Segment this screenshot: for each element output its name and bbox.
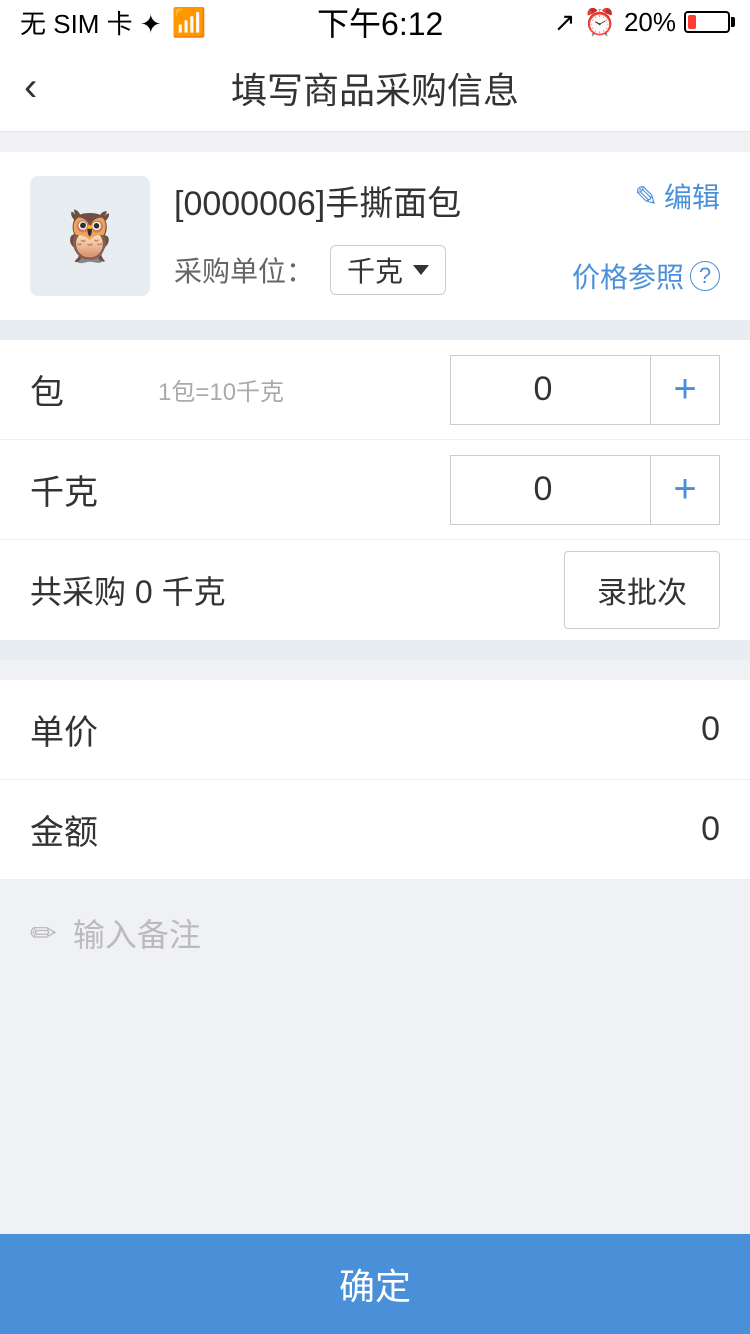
status-left: 无 SIM 卡 ✦ 📶 [20, 4, 207, 41]
kg-plus-button[interactable]: + [650, 455, 720, 525]
battery-icon [684, 11, 730, 33]
page-title: 填写商品采购信息 [231, 62, 519, 114]
bao-sublabel: 1包=10千克 [158, 372, 284, 407]
price-ref-label: 价格参照 [572, 256, 684, 296]
product-logo: 🦉 [59, 207, 121, 266]
bao-input[interactable] [450, 355, 650, 425]
section-divider-1 [0, 320, 750, 340]
section-divider-2 [0, 640, 750, 660]
nav-bar: ‹ 填写商品采购信息 [0, 44, 750, 132]
wifi-icon: 📶 [172, 6, 207, 39]
chevron-down-icon [413, 265, 429, 275]
confirm-button[interactable]: 确定 [0, 1234, 750, 1334]
notes-inner: ✏ 输入备注 [30, 910, 720, 956]
notes-placeholder: 输入备注 [73, 910, 201, 956]
price-section: 单价 0 金额 0 [0, 680, 750, 880]
amount-label: 金额 [30, 805, 98, 854]
status-bar: 无 SIM 卡 ✦ 📶 下午6:12 ↗ ⏰ 20% [0, 0, 750, 44]
unit-label: 采购单位： [174, 250, 314, 290]
edit-icon: ✎ [635, 180, 658, 213]
amount-row: 金额 0 [0, 780, 750, 880]
unit-price-row: 单价 0 [0, 680, 750, 780]
back-button[interactable]: ‹ [24, 65, 37, 110]
product-image: 🦉 [30, 176, 150, 296]
alarm-icon: ⏰ [584, 7, 616, 38]
kg-row: 千克 + [0, 440, 750, 540]
location-icon: ↗ [554, 7, 576, 38]
summary-row: 共采购 0 千克 录批次 [0, 540, 750, 640]
status-right: ↗ ⏰ 20% [554, 7, 730, 38]
edit-button[interactable]: ✎ 编辑 [635, 176, 720, 216]
sim-label: 无 SIM 卡 ✦ [20, 4, 162, 41]
battery-percent: 20% [624, 7, 676, 38]
unit-value: 千克 [347, 250, 403, 290]
bao-label: 包 [30, 365, 150, 414]
record-batch-button[interactable]: 录批次 [564, 551, 720, 629]
unit-select[interactable]: 千克 [330, 245, 446, 295]
bao-control: + [450, 355, 720, 425]
kg-input[interactable] [450, 455, 650, 525]
notes-section[interactable]: ✏ 输入备注 [0, 880, 750, 1180]
unit-price-label: 单价 [30, 705, 98, 754]
product-card: 🦉 [0000006]手撕面包 采购单位： 千克 ✎ 编辑 价格参照 ? [0, 152, 750, 320]
status-time: 下午6:12 [317, 0, 443, 45]
unit-price-value: 0 [701, 710, 720, 749]
bao-plus-button[interactable]: + [650, 355, 720, 425]
kg-label: 千克 [30, 465, 150, 514]
help-icon: ? [690, 261, 720, 291]
amount-value: 0 [701, 810, 720, 849]
bao-row: 包 1包=10千克 + [0, 340, 750, 440]
edit-label: 编辑 [664, 176, 720, 216]
input-section: 包 1包=10千克 + 千克 + [0, 340, 750, 540]
price-ref-button[interactable]: 价格参照 ? [572, 256, 720, 296]
kg-control: + [450, 455, 720, 525]
pencil-icon: ✏ [30, 914, 57, 952]
summary-label: 共采购 0 千克 [30, 567, 226, 613]
